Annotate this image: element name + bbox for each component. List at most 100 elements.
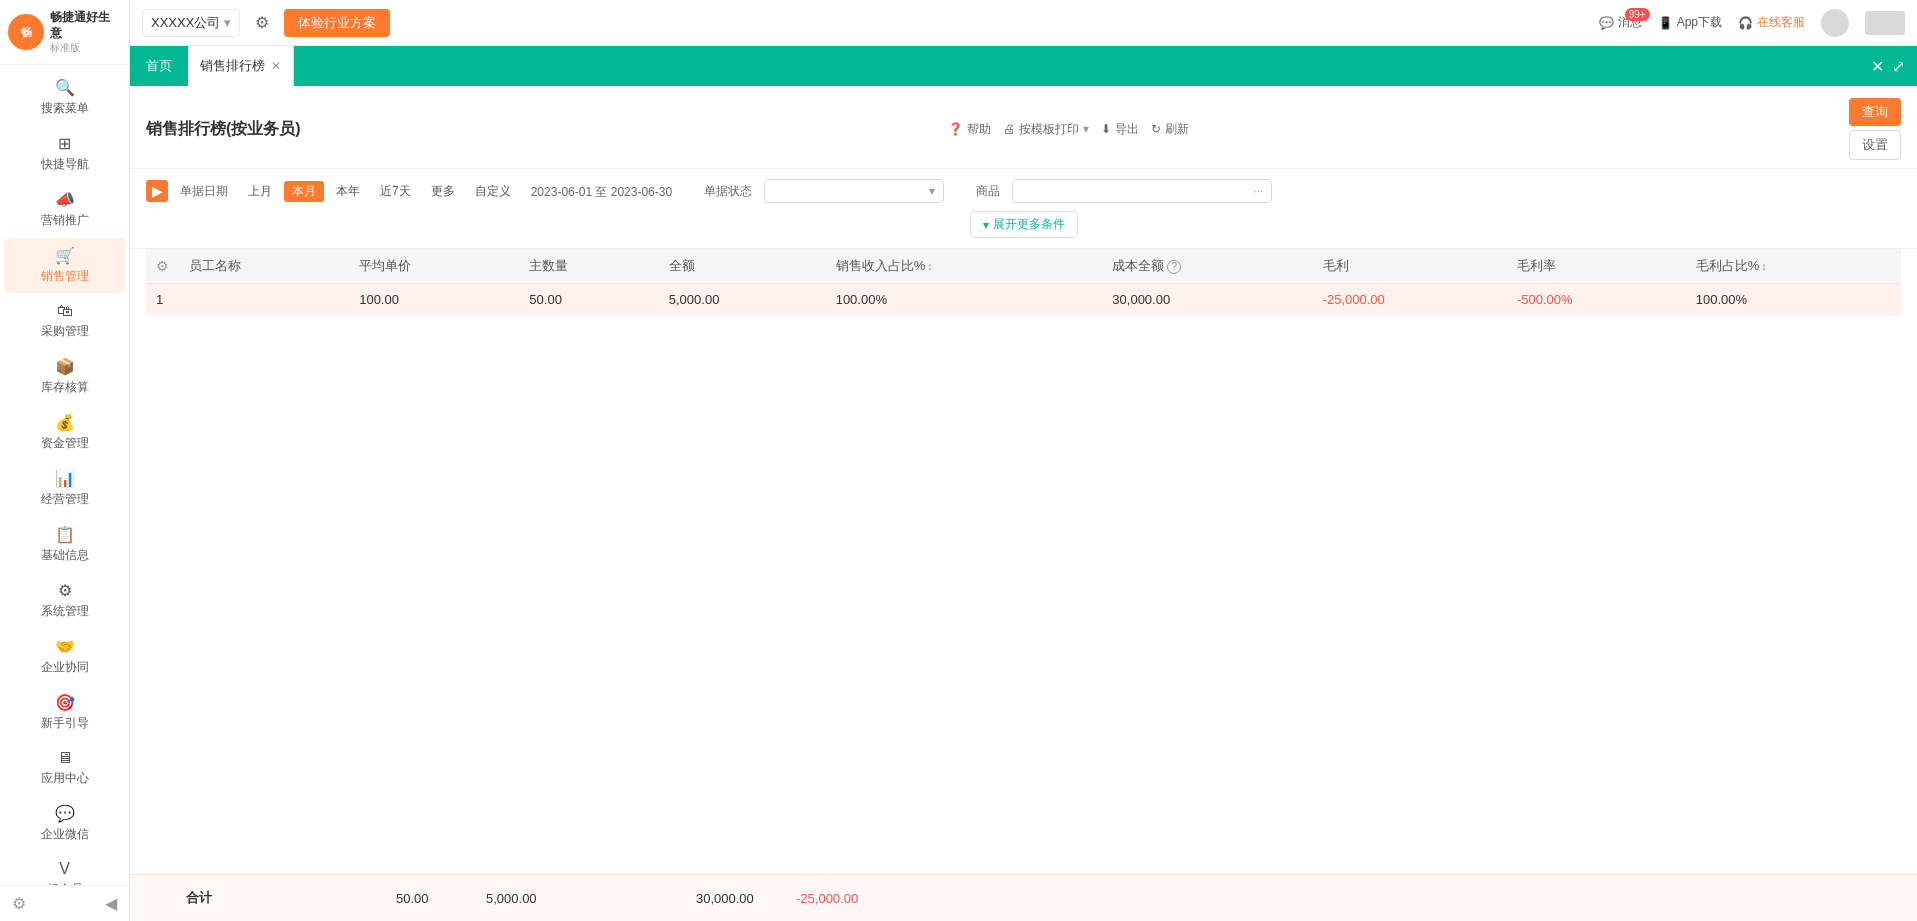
sidebar-label-sales: 销售管理 <box>41 268 89 285</box>
sidebar-item-apps[interactable]: 🖥应用中心 <box>4 741 125 795</box>
page-header: 销售排行榜(按业务员) ❓ 帮助 🖨 按模板打印 ▾ ⬇ 导出 ↻ 刷新 <box>130 86 1917 169</box>
status-select[interactable]: ▾ <box>764 179 944 203</box>
sidebar-label-operation: 经营管理 <box>41 491 89 508</box>
cost-help-icon[interactable]: ? <box>1167 260 1181 274</box>
date-range-display: 2023-06-01 至 2023-06-30 <box>531 184 672 201</box>
th-profit_rate: 毛利率 <box>1507 249 1686 284</box>
sidebar-item-wechat[interactable]: 💬企业微信 <box>4 796 125 851</box>
settings-table-button[interactable]: 设置 <box>1849 130 1901 160</box>
th-qty: 主数量 <box>519 249 658 284</box>
td-profit_rate-0: -500.00% <box>1507 284 1686 316</box>
content-area: 销售排行榜(按业务员) ❓ 帮助 🖨 按模板打印 ▾ ⬇ 导出 ↻ 刷新 <box>130 86 1917 921</box>
sidebar-item-member[interactable]: V畅会员 <box>4 852 125 885</box>
question-icon: ❓ <box>948 122 963 136</box>
page-title: 销售排行榜(按业务员) <box>146 119 301 140</box>
headset-icon: 🎧 <box>1738 16 1753 30</box>
user-avatar[interactable] <box>1821 9 1849 37</box>
footer-cost: 30,000.00 <box>686 885 786 912</box>
date-tab-更多[interactable]: 更多 <box>423 181 463 202</box>
filter-collapse-button[interactable]: ▶ <box>146 180 168 202</box>
sidebar-icon-collab: 🤝 <box>55 637 75 656</box>
user-name-display <box>1865 11 1905 35</box>
query-button[interactable]: 查询 <box>1849 98 1901 126</box>
footer-label: 合计 <box>176 883 296 913</box>
footer-profit: -25,000.00 <box>786 885 886 912</box>
help-button[interactable]: ❓ 帮助 <box>948 121 991 138</box>
filter-expand-row: ▾ 展开更多条件 <box>146 211 1901 238</box>
footer-profit-pct <box>986 892 1086 904</box>
print-button[interactable]: 🖨 按模板打印 ▾ <box>1003 121 1089 138</box>
sidebar-icon-wechat: 💬 <box>55 804 75 823</box>
sidebar-label-basic: 基础信息 <box>41 547 89 564</box>
table-row: 1100.0050.005,000.00100.00%30,000.00-25,… <box>146 284 1901 316</box>
sidebar-item-purchase[interactable]: 🛍采购管理 <box>4 294 125 348</box>
chevron-down-icon: ▾ <box>224 15 231 30</box>
th-cost: 成本全额? <box>1102 249 1312 284</box>
tab-home[interactable]: 首页 <box>130 46 188 86</box>
sidebar-item-marketing[interactable]: 📣营销推广 <box>4 182 125 237</box>
sidebar-item-operation[interactable]: 📊 经营管理 <box>4 461 125 516</box>
company-selector[interactable]: XXXXX公司 ▾ <box>142 9 240 37</box>
online-service-button[interactable]: 🎧 在线客服 <box>1738 14 1805 31</box>
sales-rank-table: ⚙员工名称平均单价主数量全额销售收入占比%↕成本全额?毛利毛利率毛利占比%↕ 1… <box>146 249 1901 316</box>
logo-sub: 标准版 <box>50 41 121 54</box>
status-select-arrow: ▾ <box>929 184 935 198</box>
app-download-button[interactable]: 📱 App下载 <box>1658 14 1722 31</box>
expand-conditions-button[interactable]: ▾ 展开更多条件 <box>970 211 1078 238</box>
date-tabs: 上月本月本年近7天更多自定义 <box>240 181 519 202</box>
sidebar-item-inventory[interactable]: 📦库存核算 <box>4 349 125 404</box>
sidebar-label-inventory: 库存核算 <box>41 379 89 396</box>
td-sales_pct-0: 100.00% <box>826 284 1103 316</box>
td-name-0 <box>179 284 349 316</box>
table-footer: 合计 50.00 5,000.00 30,000.00 -25,000.00 <box>130 874 1917 921</box>
th-amount: 全额 <box>659 249 826 284</box>
sidebar-item-finance[interactable]: 💰资金管理 <box>4 405 125 460</box>
date-tab-近7天[interactable]: 近7天 <box>372 181 419 202</box>
sidebar-item-search[interactable]: 🔍搜索菜单 <box>4 70 125 125</box>
phone-icon: 📱 <box>1658 16 1673 30</box>
message-button[interactable]: 💬 消息 99+ <box>1599 14 1642 31</box>
date-tab-本月[interactable]: 本月 <box>284 181 324 202</box>
collapse-icon[interactable]: ◀ <box>105 894 117 913</box>
tabbar: 首页 销售排行榜 ✕ ✕ ⤢ <box>130 46 1917 86</box>
filter-area: ▶ 单据日期 上月本月本年近7天更多自定义 2023-06-01 至 2023-… <box>130 169 1917 249</box>
tab-close-all-icon[interactable]: ✕ <box>1871 57 1884 76</box>
sidebar-item-sales[interactable]: 🛒销售管理 <box>4 238 125 293</box>
sidebar-item-shortcut[interactable]: ⊞快捷导航 <box>4 126 125 181</box>
svg-text:畅: 畅 <box>20 26 31 38</box>
settings-icon[interactable]: ⚙ <box>12 894 26 913</box>
export-icon: ⬇ <box>1101 122 1111 136</box>
sales_pct-sort-icon[interactable]: ↕ <box>927 260 933 272</box>
sidebar-icon-guide: 🎯 <box>55 693 75 712</box>
th-profit: 毛利 <box>1313 249 1507 284</box>
th-rank: ⚙ <box>146 249 179 284</box>
td-rank-0: 1 <box>146 284 179 316</box>
logo-main: 畅捷通好生意 <box>50 10 121 41</box>
column-settings-icon[interactable]: ⚙ <box>156 258 169 274</box>
footer-qty: 50.00 <box>386 885 476 912</box>
sidebar-icon-operation: 📊 <box>55 469 75 488</box>
trial-button[interactable]: 体验行业方案 <box>284 9 390 37</box>
sidebar-icon-shortcut: ⊞ <box>58 134 71 153</box>
goods-label: 商品 <box>976 183 1000 200</box>
date-tab-自定义[interactable]: 自定义 <box>467 181 519 202</box>
status-label: 单据状态 <box>704 183 752 200</box>
tab-expand-icon[interactable]: ⤢ <box>1892 57 1905 76</box>
sidebar-item-basic[interactable]: 📋基础信息 <box>4 517 125 572</box>
sidebar-item-guide[interactable]: 🎯新手引导 <box>4 685 125 740</box>
tab-sales-rank[interactable]: 销售排行榜 ✕ <box>188 46 294 86</box>
sidebar-item-system[interactable]: ⚙系统管理 <box>4 573 125 628</box>
logo-area: 畅 畅捷通好生意 标准版 <box>0 0 129 65</box>
sidebar-label-search: 搜索菜单 <box>41 100 89 117</box>
refresh-button[interactable]: ↻ 刷新 <box>1151 121 1189 138</box>
date-tab-本年[interactable]: 本年 <box>328 181 368 202</box>
profit_pct-sort-icon[interactable]: ↕ <box>1761 260 1767 272</box>
sidebar-label-purchase: 采购管理 <box>41 323 89 340</box>
tab-close-icon[interactable]: ✕ <box>271 59 281 73</box>
th-name: 员工名称 <box>179 249 349 284</box>
topbar-settings-icon[interactable]: ⚙ <box>248 9 276 37</box>
sidebar-item-collab[interactable]: 🤝企业协同 <box>4 629 125 684</box>
goods-input[interactable]: ··· <box>1012 179 1272 203</box>
date-tab-上月[interactable]: 上月 <box>240 181 280 202</box>
export-button[interactable]: ⬇ 导出 <box>1101 121 1139 138</box>
